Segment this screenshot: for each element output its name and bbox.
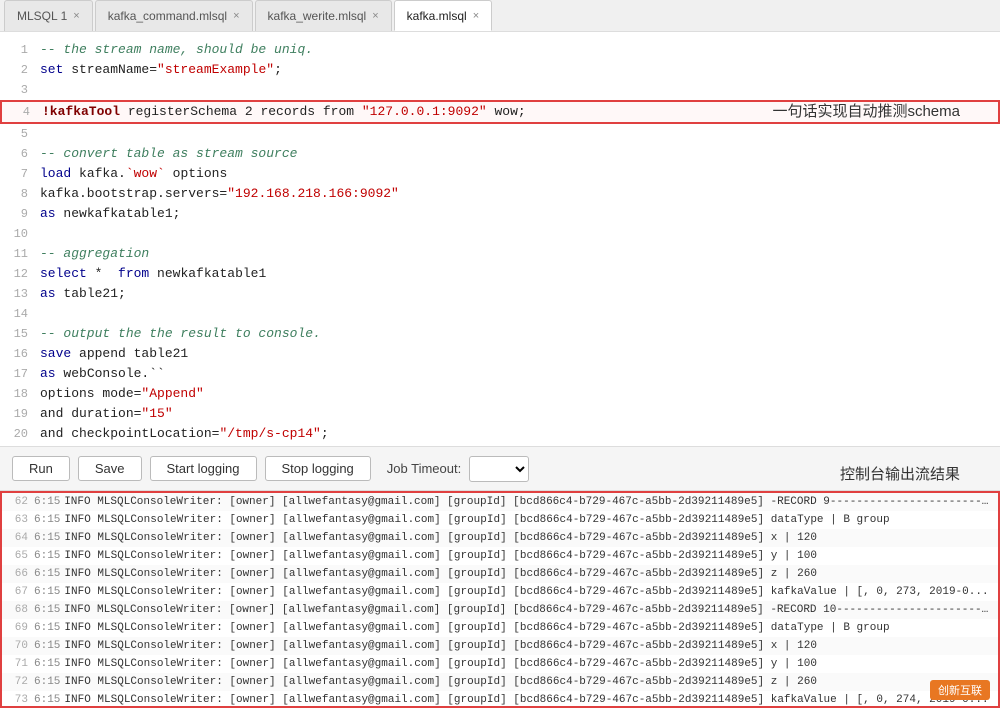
console-line-62: 62 6:15 INFO MLSQLConsoleWriter: [owner]…	[2, 493, 998, 511]
tab-kafka-command-close[interactable]: ×	[233, 10, 239, 22]
editor-area: 一句话实现自动推测schema 1 -- the stream name, sh…	[0, 32, 1000, 447]
code-line-20: 20 and checkpointLocation="/tmp/s-cp14";	[0, 424, 1000, 444]
logo-badge: 创新互联	[930, 680, 990, 700]
code-line-8: 8 kafka.bootstrap.servers="192.168.218.1…	[0, 184, 1000, 204]
code-line-10: 10	[0, 224, 1000, 244]
annotation1: 一句话实现自动推测schema	[772, 100, 960, 121]
tab-kafka-write-close[interactable]: ×	[372, 10, 378, 22]
code-line-19: 19 and duration="15"	[0, 404, 1000, 424]
console-line-71: 71 6:15 INFO MLSQLConsoleWriter: [owner]…	[2, 655, 998, 673]
console-line-63: 63 6:15 INFO MLSQLConsoleWriter: [owner]…	[2, 511, 998, 529]
console-line-66: 66 6:15 INFO MLSQLConsoleWriter: [owner]…	[2, 565, 998, 583]
tab-mlsql1-label: MLSQL 1	[17, 9, 67, 23]
stop-logging-button[interactable]: Stop logging	[265, 456, 371, 481]
console-line-67: 67 6:15 INFO MLSQLConsoleWriter: [owner]…	[2, 583, 998, 601]
tab-mlsql1-close[interactable]: ×	[73, 10, 79, 22]
console-line-73: 73 6:15 INFO MLSQLConsoleWriter: [owner]…	[2, 691, 998, 708]
code-line-21: 21	[0, 444, 1000, 447]
code-line-7: 7 load kafka.`wow` options	[0, 164, 1000, 184]
start-logging-button[interactable]: Start logging	[150, 456, 257, 481]
tab-kafka-command-label: kafka_command.mlsql	[108, 9, 227, 23]
code-line-16: 16 save append table21	[0, 344, 1000, 364]
tab-mlsql1[interactable]: MLSQL 1 ×	[4, 0, 93, 31]
tab-bar: MLSQL 1 × kafka_command.mlsql × kafka_we…	[0, 0, 1000, 32]
code-line-14: 14	[0, 304, 1000, 324]
console-line-64: 64 6:15 INFO MLSQLConsoleWriter: [owner]…	[2, 529, 998, 547]
job-timeout-label: Job Timeout:	[387, 461, 461, 476]
tab-kafka-mlsql[interactable]: kafka.mlsql ×	[394, 0, 492, 31]
console-annotation: 控制台输出流结果	[840, 463, 960, 484]
tab-kafka-write-label: kafka_werite.mlsql	[268, 9, 367, 23]
console-line-65: 65 6:15 INFO MLSQLConsoleWriter: [owner]…	[2, 547, 998, 565]
code-line-3: 3	[0, 80, 1000, 100]
console-line-68: 68 6:15 INFO MLSQLConsoleWriter: [owner]…	[2, 601, 998, 619]
tab-kafka-mlsql-label: kafka.mlsql	[407, 9, 467, 23]
console-wrapper: 控制台输出流结果 62 6:15 INFO MLSQLConsoleWriter…	[0, 491, 1000, 708]
save-button[interactable]: Save	[78, 456, 142, 481]
run-button[interactable]: Run	[12, 456, 70, 481]
code-line-12: 12 select * from newkafkatable1	[0, 264, 1000, 284]
console-area[interactable]: 62 6:15 INFO MLSQLConsoleWriter: [owner]…	[0, 491, 1000, 708]
code-line-5: 5	[0, 124, 1000, 144]
console-line-72: 72 6:15 INFO MLSQLConsoleWriter: [owner]…	[2, 673, 998, 691]
code-line-2: 2 set streamName="streamExample";	[0, 60, 1000, 80]
code-line-1: 1 -- the stream name, should be uniq.	[0, 40, 1000, 60]
code-line-15: 15 -- output the the result to console.	[0, 324, 1000, 344]
code-line-9: 9 as newkafkatable1;	[0, 204, 1000, 224]
code-line-6: 6 -- convert table as stream source	[0, 144, 1000, 164]
console-line-69: 69 6:15 INFO MLSQLConsoleWriter: [owner]…	[2, 619, 998, 637]
code-line-13: 13 as table21;	[0, 284, 1000, 304]
job-timeout-select[interactable]	[469, 456, 529, 482]
tab-kafka-mlsql-close[interactable]: ×	[473, 10, 479, 22]
tab-kafka-command[interactable]: kafka_command.mlsql ×	[95, 0, 253, 31]
code-line-18: 18 options mode="Append"	[0, 384, 1000, 404]
code-line-17: 17 as webConsole.``	[0, 364, 1000, 384]
code-line-11: 11 -- aggregation	[0, 244, 1000, 264]
console-line-70: 70 6:15 INFO MLSQLConsoleWriter: [owner]…	[2, 637, 998, 655]
tab-kafka-write[interactable]: kafka_werite.mlsql ×	[255, 0, 392, 31]
